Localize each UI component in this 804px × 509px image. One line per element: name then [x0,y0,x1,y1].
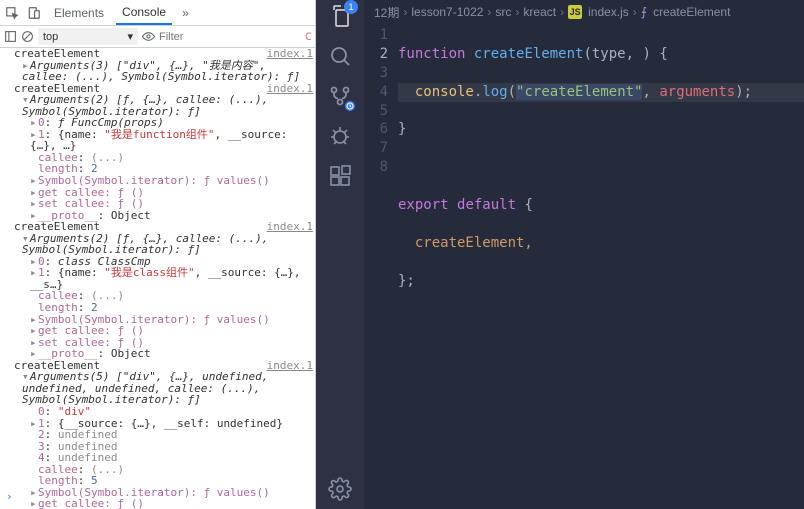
console-output: index.1 createElement ▸Arguments(3) ["di… [0,48,315,509]
search-icon[interactable] [326,42,354,70]
tab-elements[interactable]: Elements [48,2,110,24]
console-toolbar: top ▾ Custom [0,26,315,48]
source-link[interactable]: index.1 [267,48,313,60]
arguments-summary: Arguments(3) ["div", {…}, "我是内容", callee… [22,59,300,84]
activity-bar: 1 [316,0,364,509]
breadcrumb-seg[interactable]: 12期 [374,4,399,21]
console-log-group[interactable]: index.1 createElement ▾Arguments(2) [ƒ, … [4,83,315,222]
filter-input[interactable] [159,31,301,43]
devtools-panel: Elements Console » top ▾ Custom index.1 … [0,0,316,509]
code-view[interactable]: 1 2 3 4 5 6 7 8 function createElement(t… [364,24,804,509]
breadcrumb[interactable]: 12期› lesson7-1022› src› kreact› JS index… [364,0,804,24]
tabs-overflow[interactable]: » [178,2,193,24]
breadcrumb-symbol[interactable]: createElement [653,5,730,19]
js-file-icon: JS [568,5,582,19]
debug-icon[interactable] [326,122,354,150]
sync-badge-icon [343,99,357,113]
custom-levels[interactable]: Custom [305,31,311,43]
chevron-down-icon: ▾ [127,30,133,43]
expand-icon[interactable]: ▸ [30,325,38,337]
settings-gear-icon[interactable] [326,475,354,503]
code-editor: 1 12期› lesson7-1022› src› kreact› JS in [316,0,804,509]
explorer-icon[interactable]: 1 [326,2,354,30]
breadcrumb-seg[interactable]: kreact [523,5,556,19]
sidebar-toggle-icon[interactable] [4,29,17,45]
breadcrumb-seg[interactable]: lesson7-1022 [411,5,483,19]
device-toggle-icon[interactable] [26,5,42,21]
console-log-group[interactable]: index.1 createElement ▾Arguments(2) [ƒ, … [4,221,315,360]
devtools-tabbar: Elements Console » [0,0,315,26]
arguments-summary: Arguments(2) [ƒ, {…}, callee: (...), Sym… [22,93,268,118]
context-label: top [43,31,58,43]
console-log-group[interactable]: index.1 createElement ▾Arguments(5) ["di… [4,360,315,509]
inspect-icon[interactable] [4,5,20,21]
extensions-icon[interactable] [326,162,354,190]
clear-console-icon[interactable] [21,29,34,45]
expand-icon[interactable]: ▸ [30,198,38,210]
breadcrumb-file[interactable]: index.js [588,5,629,19]
tab-console[interactable]: Console [116,1,172,25]
line-gutter: 1 2 3 4 5 6 7 8 [364,26,398,509]
context-selector[interactable]: top ▾ [38,28,138,45]
source-link[interactable]: index.1 [267,221,313,233]
expand-icon[interactable]: ▸ [30,175,38,187]
console-log-group[interactable]: index.1 createElement ▸Arguments(3) ["di… [4,48,315,83]
arguments-summary: Arguments(2) [ƒ, {…}, callee: (...), Sym… [22,232,268,257]
arguments-summary: Arguments(5) ["div", {…}, undefined, und… [22,370,268,406]
console-prompt[interactable]: › [6,491,13,503]
function-icon: ⨍ [641,5,647,19]
code-lines[interactable]: function createElement(type, ) { console… [398,26,804,509]
breadcrumb-seg[interactable]: src [495,5,511,19]
expand-icon[interactable]: ▸ [30,498,38,509]
source-control-icon[interactable] [326,82,354,110]
source-link[interactable]: index.1 [267,83,313,95]
editor-main: 12期› lesson7-1022› src› kreact› JS index… [364,0,804,509]
explorer-badge: 1 [344,0,358,14]
source-link[interactable]: index.1 [267,360,313,372]
expand-icon[interactable]: ▸ [30,418,38,430]
eye-icon[interactable] [142,29,155,45]
